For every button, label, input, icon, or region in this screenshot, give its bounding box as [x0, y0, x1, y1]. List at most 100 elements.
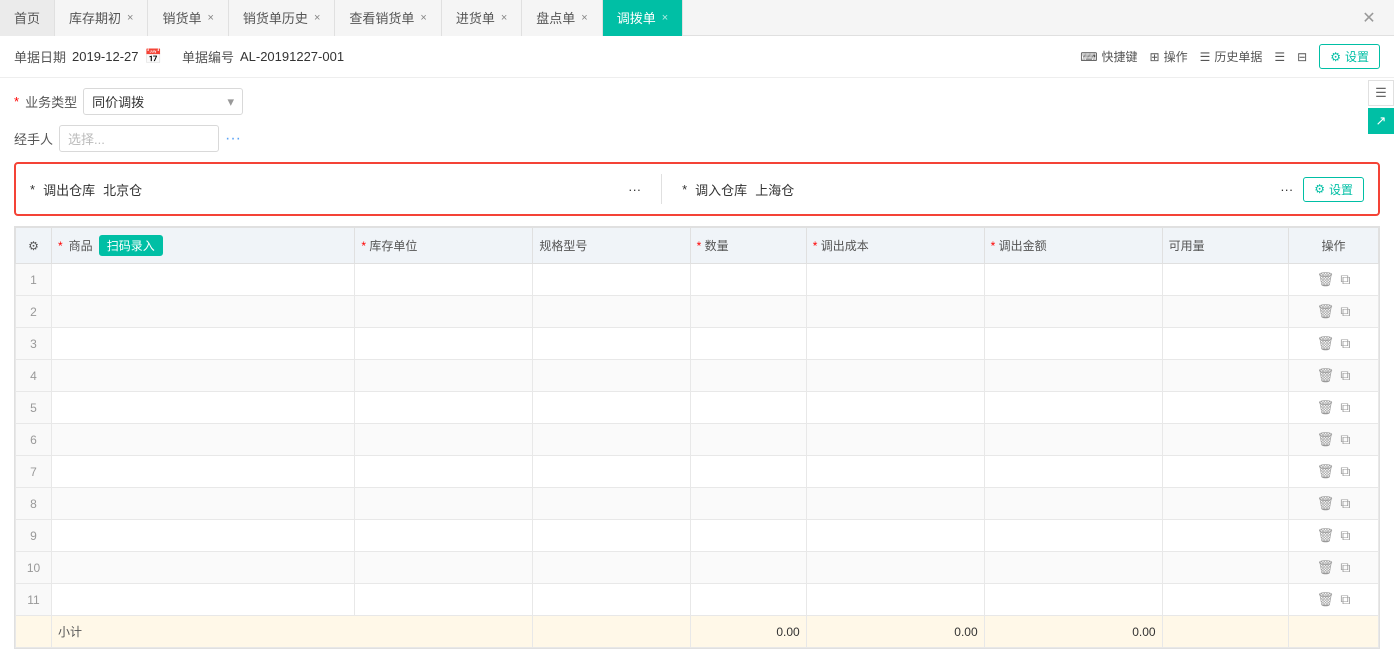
- out-warehouse-more-btn[interactable]: ···: [628, 182, 641, 197]
- row-4-qty[interactable]: [690, 360, 806, 392]
- history-button[interactable]: ☰ 历史单据: [1200, 48, 1263, 65]
- row-10-amount[interactable]: [984, 552, 1162, 584]
- row-3-spec[interactable]: [533, 328, 690, 360]
- row-1-unit[interactable]: [355, 264, 533, 296]
- row-1-cost[interactable]: [806, 264, 984, 296]
- handler-select[interactable]: 选择...: [59, 125, 219, 152]
- tab-close-inventory-init[interactable]: ×: [127, 12, 133, 24]
- row-3-available[interactable]: [1162, 328, 1288, 360]
- row-2-spec[interactable]: [533, 296, 690, 328]
- row-8-cost[interactable]: [806, 488, 984, 520]
- copy-row-11-icon[interactable]: ⧉: [1340, 591, 1350, 608]
- copy-row-10-icon[interactable]: ⧉: [1340, 559, 1350, 576]
- delete-row-5-icon[interactable]: 🗑: [1317, 399, 1335, 416]
- row-4-amount[interactable]: [984, 360, 1162, 392]
- row-9-unit[interactable]: [355, 520, 533, 552]
- row-1-amount[interactable]: [984, 264, 1162, 296]
- row-7-cost[interactable]: [806, 456, 984, 488]
- row-9-available[interactable]: [1162, 520, 1288, 552]
- grid-view-toggle[interactable]: ⊟: [1297, 50, 1307, 64]
- tab-close-transfer-order[interactable]: ×: [662, 12, 668, 24]
- row-2-qty[interactable]: [690, 296, 806, 328]
- row-10-product[interactable]: [52, 552, 355, 584]
- row-10-unit[interactable]: [355, 552, 533, 584]
- settings-col-header[interactable]: ⚙: [16, 228, 52, 264]
- tab-sales-history[interactable]: 销货单历史 ×: [229, 0, 335, 36]
- row-8-available[interactable]: [1162, 488, 1288, 520]
- row-11-spec[interactable]: [533, 584, 690, 616]
- row-7-product[interactable]: [52, 456, 355, 488]
- row-7-spec[interactable]: [533, 456, 690, 488]
- row-3-amount[interactable]: [984, 328, 1162, 360]
- scan-input-button[interactable]: 扫码录入: [99, 235, 163, 256]
- biz-type-select[interactable]: 同价调拨 ▾: [83, 88, 243, 115]
- delete-row-7-icon[interactable]: 🗑: [1317, 463, 1335, 480]
- row-10-cost[interactable]: [806, 552, 984, 584]
- row-5-cost[interactable]: [806, 392, 984, 424]
- row-11-qty[interactable]: [690, 584, 806, 616]
- delete-row-10-icon[interactable]: 🗑: [1317, 559, 1335, 576]
- delete-row-9-icon[interactable]: 🗑: [1317, 527, 1335, 544]
- row-5-unit[interactable]: [355, 392, 533, 424]
- row-9-amount[interactable]: [984, 520, 1162, 552]
- row-2-cost[interactable]: [806, 296, 984, 328]
- row-1-qty[interactable]: [690, 264, 806, 296]
- tab-inventory-check[interactable]: 盘点单 ×: [522, 0, 602, 36]
- row-3-cost[interactable]: [806, 328, 984, 360]
- row-3-product[interactable]: [52, 328, 355, 360]
- row-4-cost[interactable]: [806, 360, 984, 392]
- row-11-available[interactable]: [1162, 584, 1288, 616]
- delete-row-8-icon[interactable]: 🗑: [1317, 495, 1335, 512]
- tab-transfer-order[interactable]: 调拨单 ×: [603, 0, 683, 36]
- row-8-product[interactable]: [52, 488, 355, 520]
- shortcuts-button[interactable]: ⌨ 快捷键: [1080, 48, 1137, 65]
- row-7-available[interactable]: [1162, 456, 1288, 488]
- tab-purchase-order[interactable]: 进货单 ×: [442, 0, 522, 36]
- delete-row-3-icon[interactable]: 🗑: [1317, 335, 1335, 352]
- row-7-amount[interactable]: [984, 456, 1162, 488]
- delete-row-1-icon[interactable]: 🗑: [1317, 271, 1335, 288]
- row-4-spec[interactable]: [533, 360, 690, 392]
- row-8-qty[interactable]: [690, 488, 806, 520]
- tab-inventory-init[interactable]: 库存期初 ×: [55, 0, 148, 36]
- row-5-product[interactable]: [52, 392, 355, 424]
- row-6-amount[interactable]: [984, 424, 1162, 456]
- row-2-product[interactable]: [52, 296, 355, 328]
- row-8-amount[interactable]: [984, 488, 1162, 520]
- tab-close-sales-history[interactable]: ×: [314, 12, 320, 24]
- row-7-unit[interactable]: [355, 456, 533, 488]
- row-9-cost[interactable]: [806, 520, 984, 552]
- tab-home[interactable]: 首页: [0, 0, 55, 36]
- delete-row-11-icon[interactable]: 🗑: [1317, 591, 1335, 608]
- row-8-unit[interactable]: [355, 488, 533, 520]
- row-4-product[interactable]: [52, 360, 355, 392]
- row-1-spec[interactable]: [533, 264, 690, 296]
- row-2-available[interactable]: [1162, 296, 1288, 328]
- tab-close-inventory-check[interactable]: ×: [581, 12, 587, 24]
- list-view-toggle[interactable]: ☰: [1274, 50, 1285, 64]
- row-3-unit[interactable]: [355, 328, 533, 360]
- row-10-available[interactable]: [1162, 552, 1288, 584]
- row-1-product[interactable]: [52, 264, 355, 296]
- row-2-unit[interactable]: [355, 296, 533, 328]
- settings-button[interactable]: ⚙ 设置: [1319, 44, 1380, 69]
- tab-sales-order[interactable]: 销货单 ×: [148, 0, 228, 36]
- in-warehouse-more-btn[interactable]: ···: [1280, 182, 1293, 197]
- tab-view-sales[interactable]: 查看销货单 ×: [335, 0, 441, 36]
- row-6-cost[interactable]: [806, 424, 984, 456]
- warehouse-settings-button[interactable]: ⚙ 设置: [1303, 177, 1364, 202]
- row-5-qty[interactable]: [690, 392, 806, 424]
- copy-row-7-icon[interactable]: ⧉: [1340, 463, 1350, 480]
- copy-row-1-icon[interactable]: ⧉: [1340, 271, 1350, 288]
- window-close-button[interactable]: ✕: [1354, 0, 1384, 36]
- tab-close-view-sales[interactable]: ×: [420, 12, 426, 24]
- row-6-qty[interactable]: [690, 424, 806, 456]
- row-11-amount[interactable]: [984, 584, 1162, 616]
- row-11-unit[interactable]: [355, 584, 533, 616]
- row-1-available[interactable]: [1162, 264, 1288, 296]
- delete-row-2-icon[interactable]: 🗑: [1317, 303, 1335, 320]
- row-8-spec[interactable]: [533, 488, 690, 520]
- calendar-icon[interactable]: 📅: [145, 48, 162, 65]
- copy-row-2-icon[interactable]: ⧉: [1340, 303, 1350, 320]
- row-6-available[interactable]: [1162, 424, 1288, 456]
